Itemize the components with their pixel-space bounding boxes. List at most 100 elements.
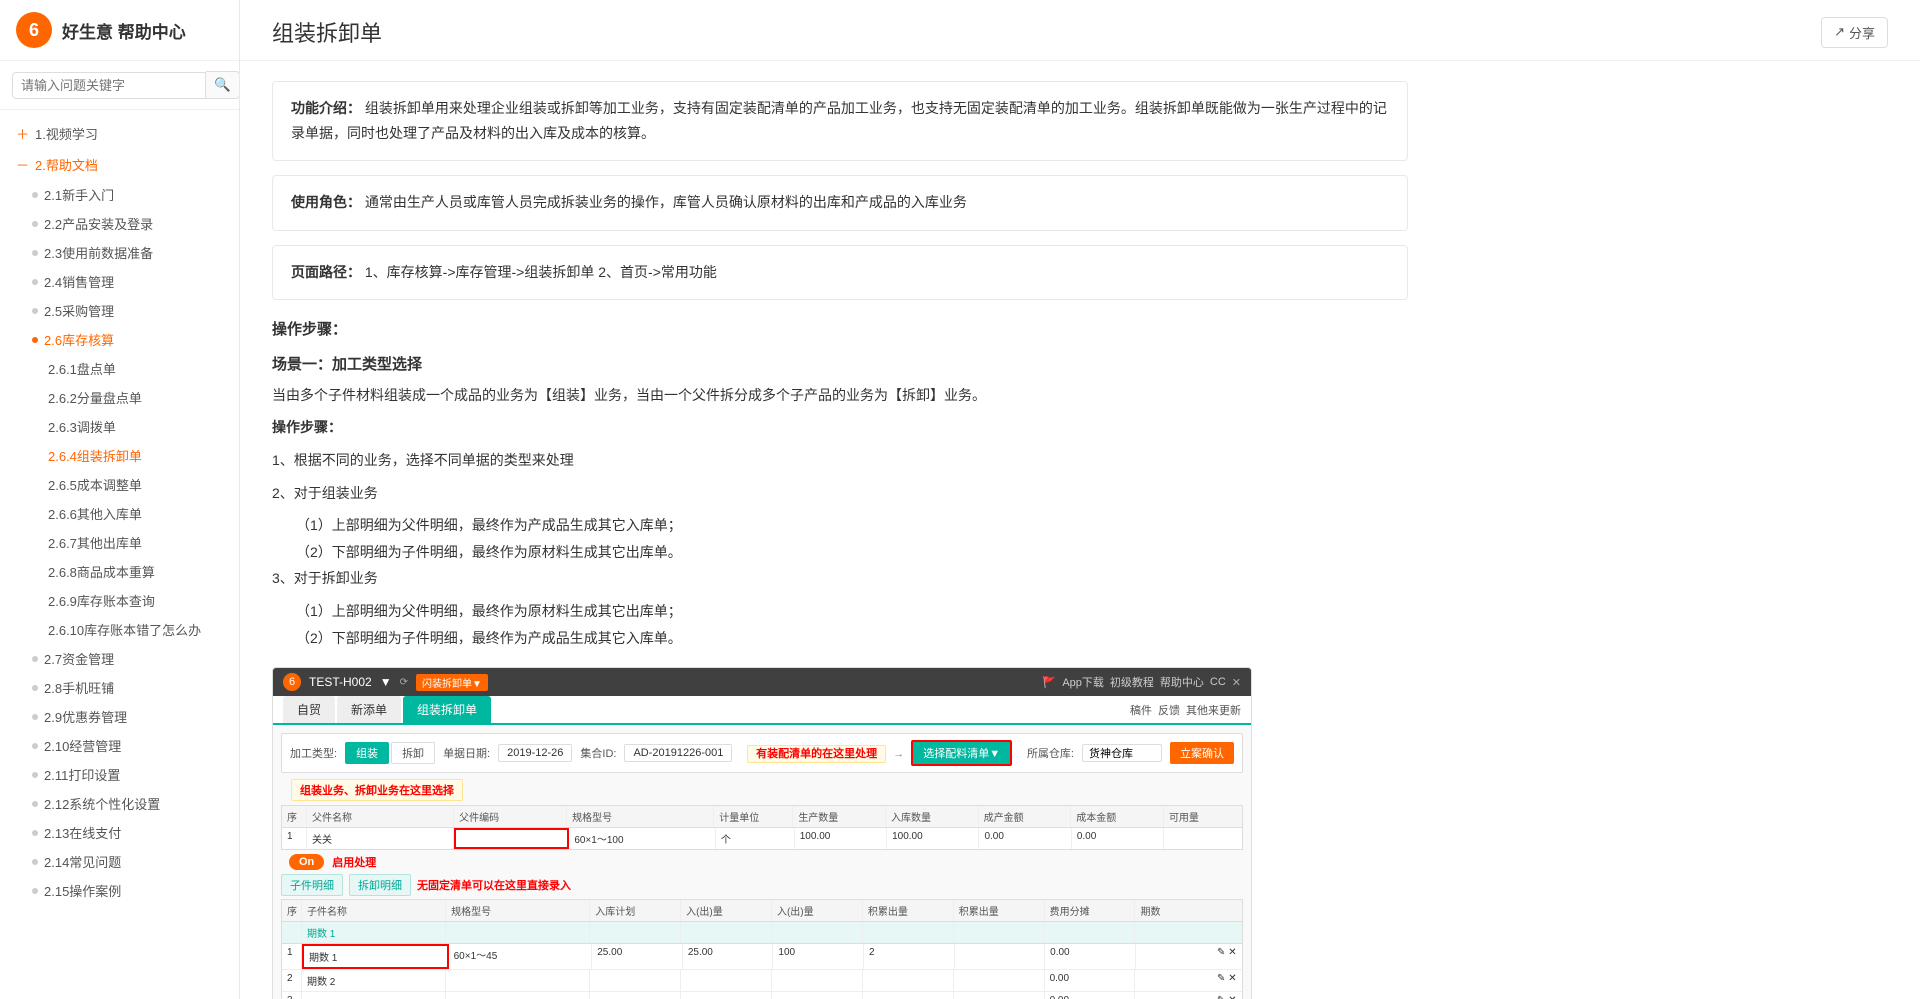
- sc-annot4: 无固定清单可以在这里直接录入: [417, 877, 571, 893]
- sidebar-sub-210[interactable]: 2.10经营管理: [0, 731, 239, 760]
- sidebar-sub-28[interactable]: 2.8手机旺铺: [0, 673, 239, 702]
- ops-title: 操作步骤：: [272, 318, 1408, 339]
- sidebar-sub-213[interactable]: 2.13在线支付: [0, 818, 239, 847]
- role-text: 通常由生产人员或库管人员完成拆装业务的操作，库管人员确认原材料的出库和产成品的入…: [365, 194, 967, 210]
- sc-title-right-1: App下载: [1062, 674, 1104, 690]
- sidebar-item-docs[interactable]: － 2.帮助文档: [0, 149, 239, 180]
- sidebar-item-label: 2.6库存核算: [44, 330, 114, 349]
- sc-lh-inout2: 入(出)量: [772, 900, 863, 921]
- sc-lr0-p: [590, 922, 681, 943]
- sidebar-item-label: 2.4销售管理: [44, 272, 114, 291]
- share-button[interactable]: ↗ 分享: [1821, 17, 1888, 48]
- sc-warehouse-input[interactable]: [1082, 744, 1162, 762]
- sc-lr1-e: [1136, 944, 1212, 969]
- sc-annot-row1: 组装业务、拆卸业务在这里选择: [281, 779, 1243, 801]
- sc-lr1-seq: 1: [282, 944, 302, 969]
- sidebar-sub-27[interactable]: 2.7资金管理: [0, 644, 239, 673]
- sidebar-sub-266[interactable]: 2.6.6其他入库单: [0, 499, 239, 528]
- sc-on-badge[interactable]: On: [289, 854, 324, 870]
- sc-lh-acc1: 积累出量: [863, 900, 954, 921]
- sc-nav-action-1[interactable]: 稿件: [1130, 702, 1152, 718]
- sidebar-item-label: 2.13在线支付: [44, 823, 121, 842]
- dot-icon: [32, 888, 38, 894]
- sc-annot2: 组装业务、拆卸业务在这里选择: [291, 779, 463, 801]
- sidebar-sub-212[interactable]: 2.12系统个性化设置: [0, 789, 239, 818]
- sc-lh-spec: 规格型号: [446, 900, 590, 921]
- sidebar-sub-264[interactable]: 2.6.4组装拆卸单: [0, 441, 239, 470]
- sidebar-item-label: 2.5采购管理: [44, 301, 114, 320]
- sidebar-item-label: 2.6.9库存账本查询: [48, 591, 155, 610]
- ops-steps-title: 操作步骤：: [272, 414, 1408, 441]
- sc-arrow: →: [893, 748, 904, 760]
- sidebar-sub-25[interactable]: 2.5采购管理: [0, 296, 239, 325]
- sidebar-sub-261[interactable]: 2.6.1盘点单: [0, 354, 239, 383]
- sc-annot1: 有装配清单的在这里处理: [747, 745, 886, 763]
- path-label: 页面路径：: [291, 264, 361, 280]
- sidebar-sub-211[interactable]: 2.11打印设置: [0, 760, 239, 789]
- sidebar-sub-262[interactable]: 2.6.2分量盘点单: [0, 383, 239, 412]
- sc-lh-plan: 入库计划: [590, 900, 681, 921]
- sc-confirm-btn[interactable]: 立案确认: [1170, 742, 1234, 764]
- sc-nav-tab-home[interactable]: 自贸: [283, 696, 335, 723]
- sc-col-father-code: 父件编码: [454, 806, 567, 827]
- sc-date-label: 单据日期:: [443, 745, 490, 761]
- sc-type-btn-assemble[interactable]: 组装: [345, 742, 389, 764]
- sidebar-sub-265[interactable]: 2.6.5成本调整单: [0, 470, 239, 499]
- sidebar-sub-269[interactable]: 2.6.9库存账本查询: [0, 586, 239, 615]
- sidebar-item-video[interactable]: ＋ 1.视频学习: [0, 118, 239, 149]
- sidebar-sub-24[interactable]: 2.4销售管理: [0, 267, 239, 296]
- sc-select-peiliao-btn[interactable]: 选择配料清单▼: [911, 740, 1012, 766]
- dot-icon: [32, 656, 38, 662]
- sc-nav-action-2[interactable]: 反馈: [1158, 702, 1180, 718]
- sc-sync-icon: ⟳: [400, 677, 408, 688]
- sc-lr1-f: 0.00: [1045, 944, 1136, 969]
- sc-close-icon[interactable]: ✕: [1232, 676, 1241, 689]
- sc-upper-table: 序 父件名称 父件编码 规格型号 计量单位 生产数量 入库数量 成产金额 成本金…: [281, 805, 1243, 850]
- scenario-title: 场景一：加工类型选择: [272, 353, 1408, 374]
- sidebar-sub-263[interactable]: 2.6.3调拨单: [0, 412, 239, 441]
- plus-icon: ＋: [16, 124, 29, 143]
- app-name: 好生意 帮助中心: [62, 18, 186, 43]
- sc-nav-action-3[interactable]: 其他来更新: [1186, 702, 1241, 718]
- sidebar-sub-267[interactable]: 2.6.7其他出库单: [0, 528, 239, 557]
- screenshot-container: 6 TEST-H002 ▼ ⟳ 闪装拆卸单▼ 🚩 App下载 初级教程 帮助中心…: [272, 667, 1252, 999]
- sc-cell-iqty: 100.00: [887, 828, 979, 849]
- sidebar-sub-22[interactable]: 2.2产品安装及登录: [0, 209, 239, 238]
- sc-nav-tabs: 自贸 新添单 组装拆卸单: [283, 696, 491, 723]
- sc-lower-row1: 1 期数 1 60×1～45 25.00 25.00 100 2 0.00 ✎ …: [282, 944, 1242, 970]
- sc-lr2-a2: [954, 970, 1045, 991]
- sc-body: 加工类型: 组装 拆卸 单据日期: 2019-12-26 集合ID: AD-20…: [273, 725, 1251, 999]
- sc-lr1-plan: 25.00: [592, 944, 683, 969]
- sc-lr2-spec: [446, 970, 590, 991]
- sc-warehouse-label: 所属仓库:: [1027, 745, 1074, 761]
- step1: 1、根据不同的业务，选择不同单据的类型来处理: [272, 447, 1408, 474]
- dot-icon: [32, 279, 38, 285]
- sidebar-sub-21[interactable]: 2.1新手入门: [0, 180, 239, 209]
- sidebar-sub-215[interactable]: 2.15操作案例: [0, 876, 239, 905]
- sidebar-sub-214[interactable]: 2.14常见问题: [0, 847, 239, 876]
- sc-upper-table-header: 序 父件名称 父件编码 规格型号 计量单位 生产数量 入库数量 成产金额 成本金…: [282, 806, 1242, 828]
- search-button[interactable]: 🔍: [206, 71, 240, 99]
- sc-lr2-plan: [590, 970, 681, 991]
- sc-lh-fee: 费用分摊: [1045, 900, 1136, 921]
- sc-type-label: 加工类型:: [290, 745, 337, 761]
- sc-lr0-seq: [282, 922, 302, 943]
- dot-icon: [32, 337, 38, 343]
- sc-lr1-i2: 100: [773, 944, 864, 969]
- sidebar-item-label: 2.3使用前数据准备: [44, 243, 153, 262]
- sc-nav-tab-current[interactable]: 组装拆卸单: [403, 696, 491, 723]
- sc-nav-tab-new[interactable]: 新添单: [337, 696, 401, 723]
- sc-lr2-i1: [681, 970, 772, 991]
- sidebar-sub-23[interactable]: 2.3使用前数据准备: [0, 238, 239, 267]
- share-icon: ↗: [1834, 24, 1845, 40]
- sidebar-sub-2610[interactable]: 2.6.10库存账本错了怎么办: [0, 615, 239, 644]
- sidebar-sub-268[interactable]: 2.6.8商品成本重算: [0, 557, 239, 586]
- sc-col-unit: 计量单位: [714, 806, 793, 827]
- path-text: 1、库存核算->库存管理->组装拆卸单 2、首页->常用功能: [365, 264, 717, 280]
- search-input[interactable]: [12, 72, 206, 99]
- role-block: 使用角色： 通常由生产人员或库管人员完成拆装业务的操作，库管人员确认原材料的出库…: [272, 175, 1408, 230]
- sc-type-btn-disassemble[interactable]: 拆卸: [391, 742, 435, 764]
- sidebar-sub-29[interactable]: 2.9优惠券管理: [0, 702, 239, 731]
- sidebar-sub-26[interactable]: 2.6库存核算: [0, 325, 239, 354]
- func-intro-label: 功能介绍：: [291, 100, 361, 116]
